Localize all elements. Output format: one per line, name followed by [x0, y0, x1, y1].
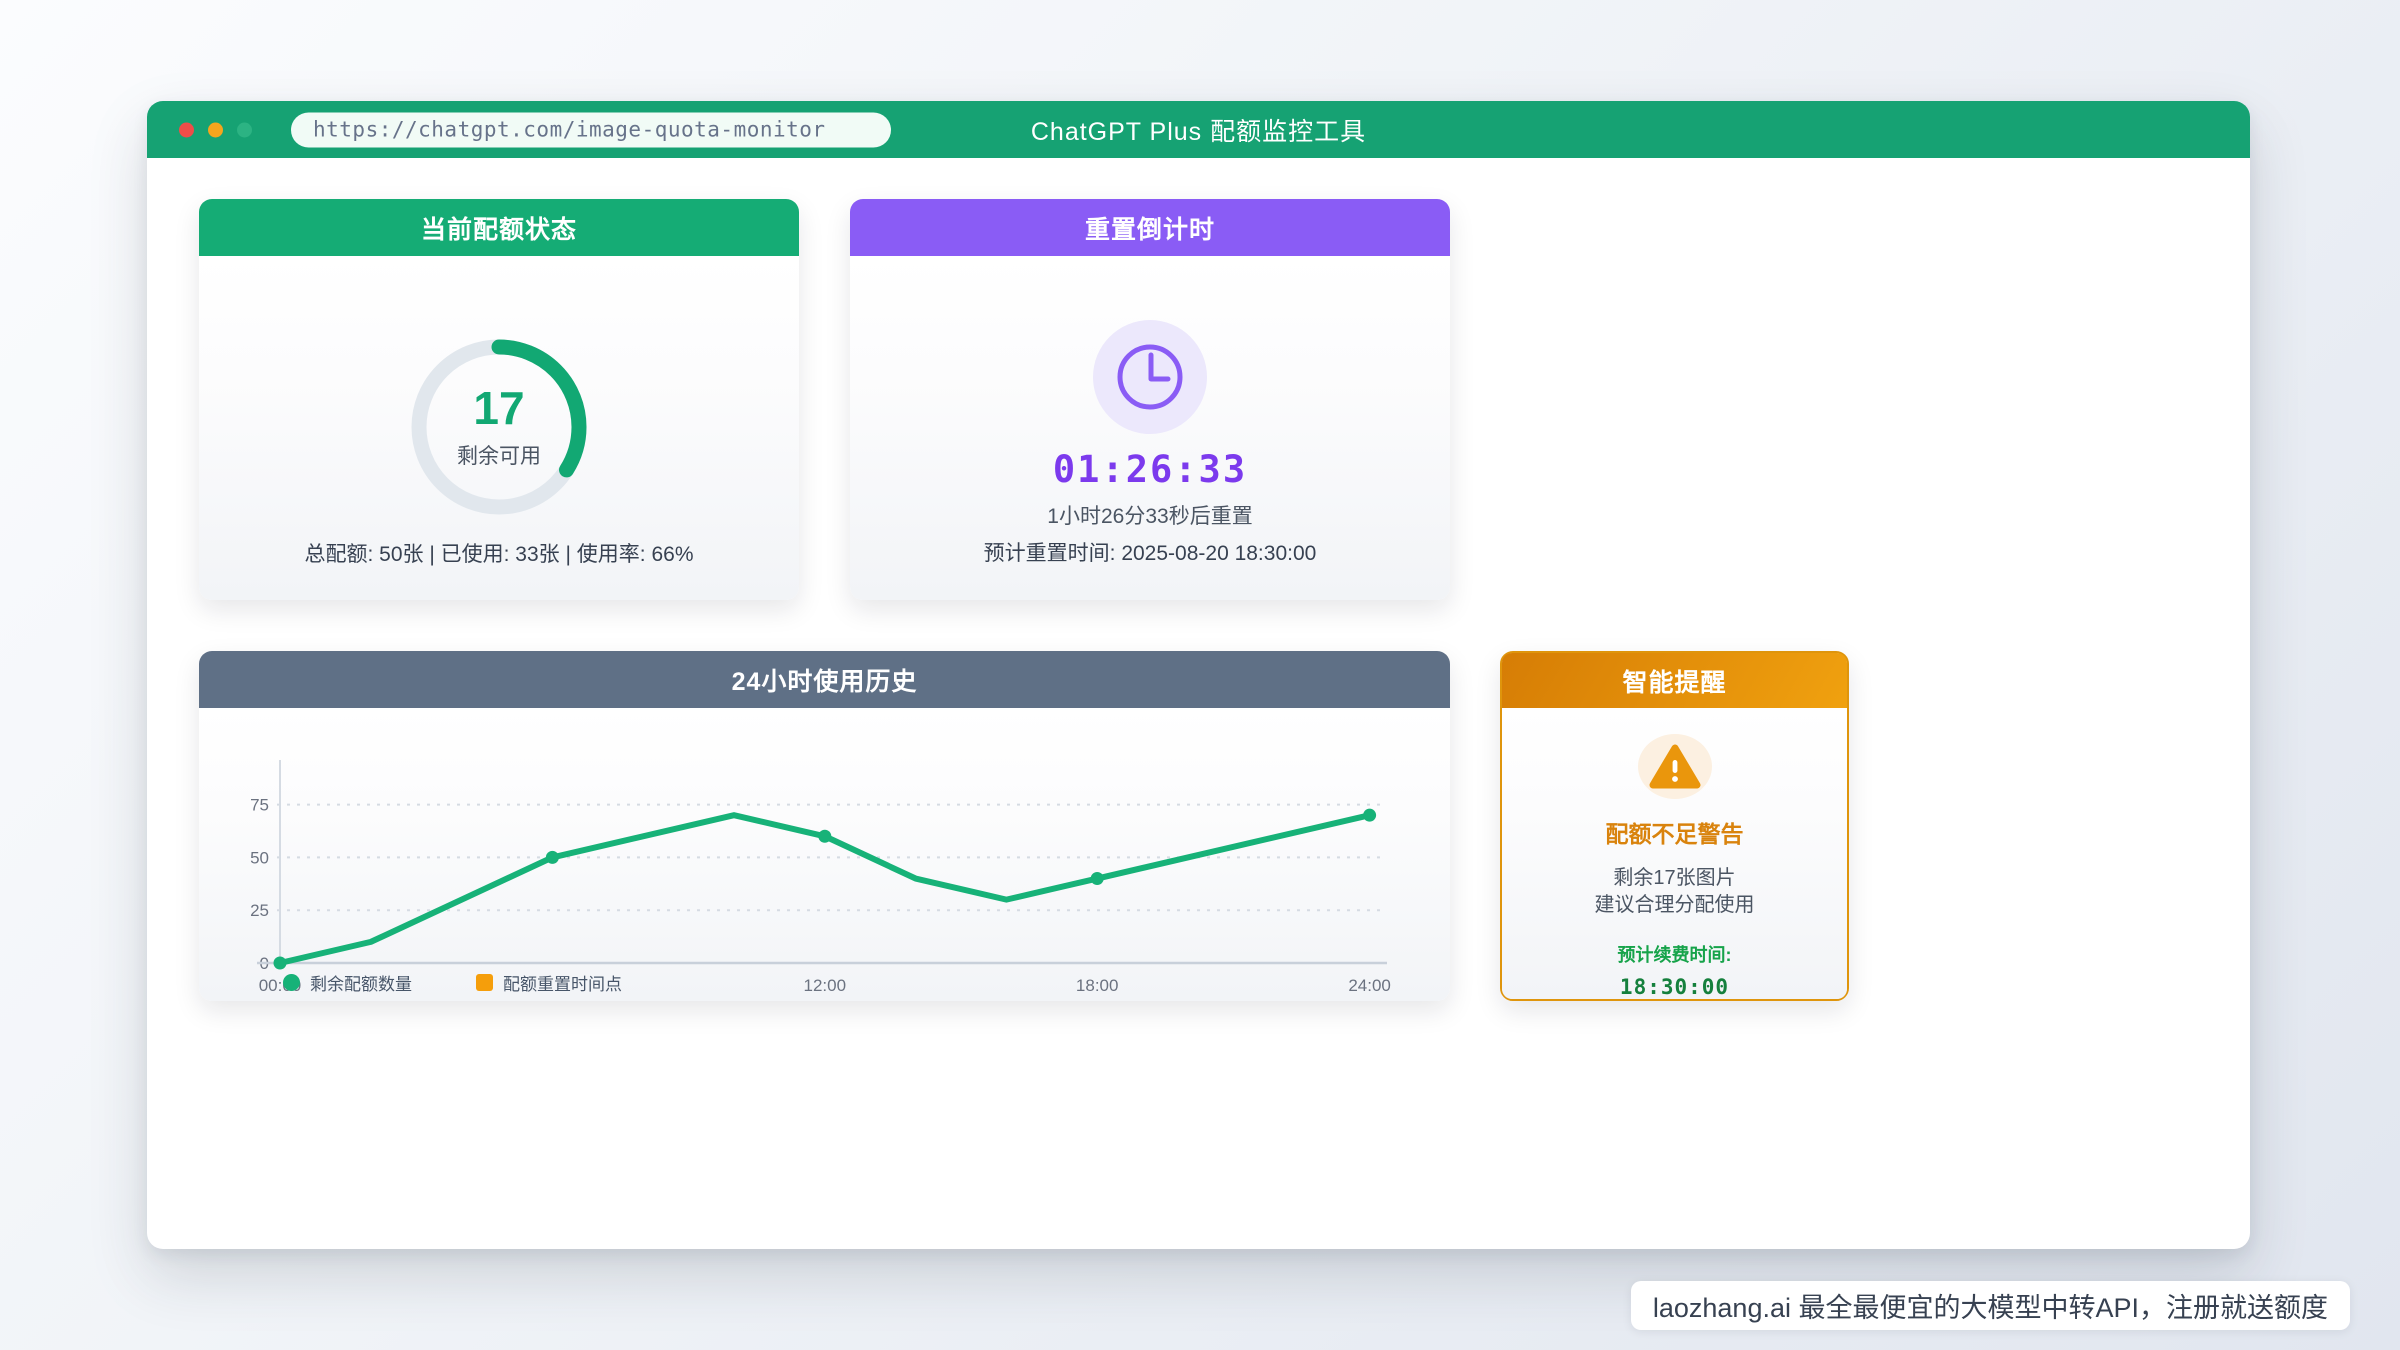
- warning-icon: [1637, 734, 1712, 799]
- legend-quota-dot-icon: [283, 974, 300, 991]
- history-card-title: 24小时使用历史: [199, 651, 1450, 708]
- alert-warning-title: 配额不足警告: [1605, 821, 1744, 847]
- watermark: laozhang.ai 最全最便宜的大模型中转API，注册就送额度: [1630, 1281, 2350, 1330]
- svg-text:25: 25: [250, 901, 269, 920]
- quota-stats: 总配额: 50张 | 已使用: 33张 | 使用率: 66%: [304, 543, 694, 566]
- close-button[interactable]: [179, 122, 194, 137]
- quota-remaining-label: 剩余可用: [457, 444, 541, 468]
- svg-text:50: 50: [250, 848, 269, 867]
- browser-window: https://chatgpt.com/image-quota-monitor …: [147, 101, 2250, 1249]
- countdown-timer: 01:26:33: [1052, 448, 1248, 491]
- clock-icon: [1093, 320, 1207, 434]
- svg-text:24:00: 24:00: [1348, 976, 1391, 995]
- alert-card-title: 智能提醒: [1502, 653, 1847, 708]
- usage-chart: 025507500:0012:0018:0024:00: [250, 760, 1391, 995]
- quota-card-title: 当前配额状态: [199, 199, 799, 256]
- alert-line1: 剩余17张图片: [1613, 867, 1736, 889]
- usage-history-card: 24小时使用历史 025507500:0012:0018:0024:00 剩余配…: [199, 651, 1450, 1001]
- svg-text:12:00: 12:00: [804, 976, 847, 995]
- legend-reset-label: 配额重置时间点: [503, 975, 622, 994]
- reset-countdown-card: 重置倒计时 01:26:33 1小时26分33秒后重置 预计重置时间: 2025…: [850, 199, 1450, 600]
- quota-status-card: 当前配额状态 17 剩余可用 总配额: 50张 | 已使用: 33张 | 使用率…: [199, 199, 799, 600]
- window-title: ChatGPT Plus 配额监控工具: [1030, 117, 1367, 146]
- countdown-estimate: 预计重置时间: 2025-08-20 18:30:00: [983, 542, 1317, 565]
- quota-donut: 17 剩余可用: [404, 332, 594, 522]
- legend-reset-square-icon: [476, 974, 493, 991]
- legend-item-quota[interactable]: 剩余配额数量: [283, 970, 412, 995]
- url-input[interactable]: https://chatgpt.com/image-quota-monitor: [291, 112, 891, 147]
- renew-time-label: 预计续费时间:: [1617, 945, 1732, 965]
- countdown-card-title: 重置倒计时: [850, 199, 1450, 256]
- browser-titlebar: https://chatgpt.com/image-quota-monitor …: [147, 101, 2250, 158]
- legend-quota-label: 剩余配额数量: [310, 975, 412, 994]
- maximize-button[interactable]: [237, 122, 252, 137]
- alert-line2: 建议合理分配使用: [1594, 894, 1755, 916]
- svg-text:18:00: 18:00: [1076, 976, 1119, 995]
- svg-text:75: 75: [250, 796, 269, 815]
- minimize-button[interactable]: [208, 122, 223, 137]
- renew-time-value: 18:30:00: [1619, 975, 1730, 999]
- smart-alert-card: 智能提醒 配额不足警告 剩余17张图片 建议合理分配使用 预计续费时间: 18:…: [1500, 651, 1849, 1001]
- traffic-lights: [179, 122, 252, 137]
- countdown-subtitle: 1小时26分33秒后重置: [1047, 505, 1253, 528]
- chart-legend: 剩余配额数量 配额重置时间点: [283, 970, 622, 995]
- legend-item-reset[interactable]: 配额重置时间点: [476, 970, 622, 995]
- quota-remaining-value: 17: [473, 381, 525, 434]
